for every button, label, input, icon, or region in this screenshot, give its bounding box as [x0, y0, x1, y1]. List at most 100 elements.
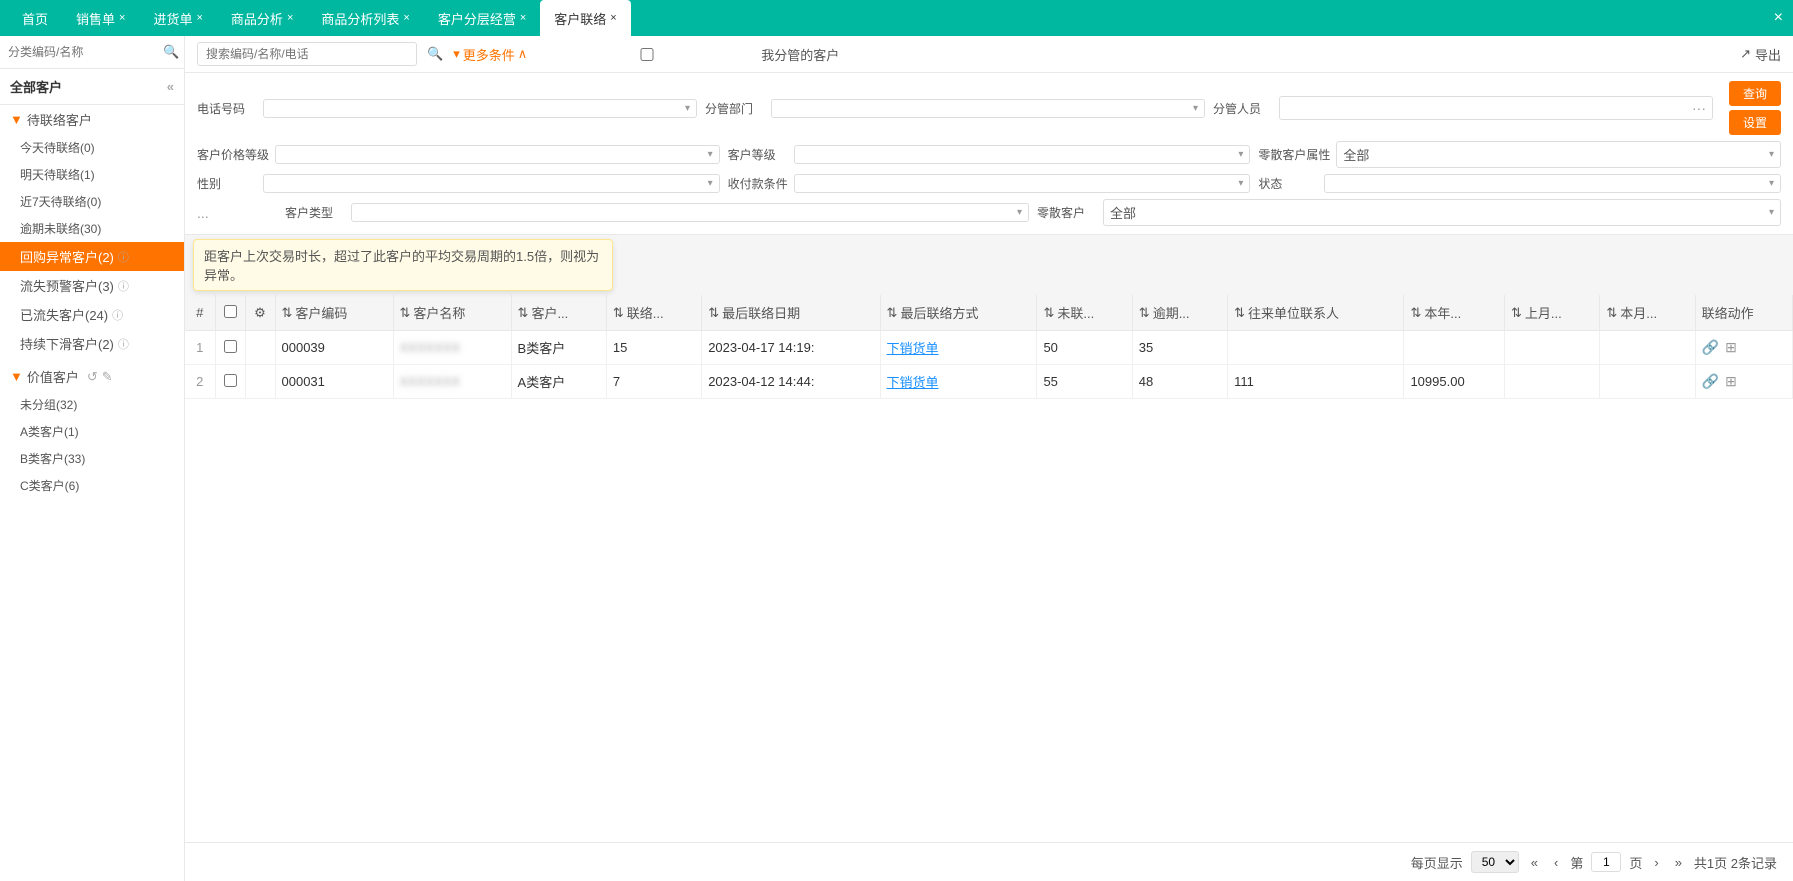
- sidebar-item-loss-warning[interactable]: 流失预警客户(3) ⓘ: [0, 271, 184, 300]
- col-last-date[interactable]: ⇅最后联络日期: [702, 295, 880, 331]
- export-btn[interactable]: ↗ 导出: [1740, 45, 1781, 64]
- action-buttons: 查询 设置: [1729, 81, 1781, 135]
- sort-year-icon: ⇅: [1410, 305, 1421, 321]
- sidebar-all-customers[interactable]: 全部客户 «: [0, 69, 184, 105]
- retail-customer-select[interactable]: 全部 ▾: [1103, 199, 1781, 226]
- table-area[interactable]: # ⚙ ⇅客户编码 ⇅客户名称 ⇅客户... ⇅联络... ⇅最后联络日期 ⇅最…: [185, 295, 1793, 842]
- my-customer-checkbox[interactable]: [537, 48, 757, 61]
- dots-btn[interactable]: ...: [197, 205, 209, 221]
- row1-code: 000039: [275, 331, 393, 365]
- sidebar-item-a-class[interactable]: A类客户(1): [0, 418, 184, 445]
- status-label: 状态: [1258, 175, 1318, 192]
- lost-customers-info-icon: ⓘ: [112, 307, 123, 323]
- sidebar-item-c-class[interactable]: C类客户(6): [0, 472, 184, 499]
- col-last-method[interactable]: ⇅最后联络方式: [880, 295, 1037, 331]
- row1-checkbox-cell[interactable]: [215, 331, 245, 365]
- page-input[interactable]: [1591, 852, 1621, 872]
- col-settings[interactable]: ⚙: [245, 295, 275, 331]
- sidebar-search-input[interactable]: [8, 45, 163, 59]
- gender-select[interactable]: ▾: [263, 174, 720, 193]
- sidebar-item-repurchase-anomaly[interactable]: 回购异常客户(2) ⓘ: [0, 242, 184, 271]
- nav-customer-contact[interactable]: 客户联络 ×: [540, 0, 630, 36]
- customer-level-field: 客户等级 ▾: [728, 145, 1251, 164]
- row2-unit-contact: 111: [1228, 365, 1404, 399]
- nav-sales[interactable]: 销售单 ×: [62, 0, 139, 36]
- row2-grid-icon[interactable]: ⊞: [1725, 373, 1737, 390]
- settings-button[interactable]: 设置: [1729, 110, 1781, 135]
- sidebar-item-today-pending[interactable]: 今天待联络(0): [0, 134, 184, 161]
- row1-this-month: [1600, 331, 1695, 365]
- sidebar-item-b-class[interactable]: B类客户(33): [0, 445, 184, 472]
- payment-select[interactable]: ▾: [794, 174, 1251, 193]
- row2-method-link[interactable]: 下销货单: [887, 375, 939, 390]
- row1-checkbox[interactable]: [224, 340, 237, 353]
- prev-page-btn[interactable]: ‹: [1550, 853, 1562, 872]
- customer-type-select[interactable]: ▾: [351, 203, 1029, 222]
- col-this-month[interactable]: ⇅本月...: [1600, 295, 1695, 331]
- status-select[interactable]: ▾: [1324, 174, 1781, 193]
- last-page-btn[interactable]: »: [1671, 853, 1686, 872]
- row1-connect-icon[interactable]: 🔗: [1702, 339, 1719, 356]
- value-section-title[interactable]: ▼ 价值客户 ↺ ✎: [0, 362, 184, 391]
- nav-product-analysis-list[interactable]: 商品分析列表 ×: [307, 0, 423, 36]
- col-checkbox[interactable]: [215, 295, 245, 331]
- price-caret-icon: ▾: [708, 149, 713, 160]
- row2-checkbox[interactable]: [224, 374, 237, 387]
- window-close-icon[interactable]: ×: [1774, 9, 1783, 27]
- dept-select[interactable]: ▾: [771, 99, 1205, 118]
- col-overdue[interactable]: ⇅逾期...: [1132, 295, 1227, 331]
- row1-last-method[interactable]: 下销货单: [880, 331, 1037, 365]
- col-contact[interactable]: ⇅联络...: [606, 295, 701, 331]
- pending-section-title[interactable]: ▼ 待联络客户: [0, 105, 184, 134]
- more-conditions-btn[interactable]: ▾ 更多条件 ∧: [453, 45, 527, 64]
- query-button[interactable]: 查询: [1729, 81, 1781, 106]
- col-name[interactable]: ⇅客户名称: [393, 295, 511, 331]
- sidebar-collapse-icon[interactable]: «: [167, 79, 174, 94]
- col-unit-contact-label: 往来单位联系人: [1248, 303, 1339, 322]
- advanced-filter: 电话号码 ▾ 分管部门 ▾ 分管人员: [185, 73, 1793, 235]
- row2-settings: [245, 365, 275, 399]
- nav-product-analysis[interactable]: 商品分析 ×: [217, 0, 307, 36]
- per-page-select[interactable]: 50: [1471, 851, 1519, 873]
- sidebar-item-7days-pending[interactable]: 近7天待联络(0): [0, 188, 184, 215]
- sort-contact-icon: ⇅: [613, 305, 624, 321]
- person-select[interactable]: ···: [1279, 96, 1713, 120]
- col-level[interactable]: ⇅客户...: [511, 295, 606, 331]
- col-action: 联络动作: [1695, 295, 1792, 331]
- sidebar-search-icon[interactable]: 🔍: [163, 44, 179, 60]
- col-code[interactable]: ⇅客户编码: [275, 295, 393, 331]
- next-page-btn[interactable]: ›: [1650, 853, 1662, 872]
- retail-customer-caret-icon: ▾: [1769, 207, 1774, 218]
- price-level-select[interactable]: ▾: [275, 145, 720, 164]
- row1-method-link[interactable]: 下销货单: [887, 341, 939, 356]
- sidebar-item-unclassified[interactable]: 未分组(32): [0, 391, 184, 418]
- row2-checkbox-cell[interactable]: [215, 365, 245, 399]
- sidebar-item-declining-customers[interactable]: 持续下滑客户(2) ⓘ: [0, 329, 184, 358]
- customer-level-select[interactable]: ▾: [794, 145, 1251, 164]
- nav-customer-tier[interactable]: 客户分层经营 ×: [424, 0, 540, 36]
- dots-field: ...: [197, 205, 277, 221]
- row2-connect-icon[interactable]: 🔗: [1702, 373, 1719, 390]
- search-icon[interactable]: 🔍: [427, 46, 443, 62]
- sidebar-item-tomorrow-pending[interactable]: 明天待联络(1): [0, 161, 184, 188]
- col-last-month[interactable]: ⇅上月...: [1505, 295, 1600, 331]
- value-refresh-icon[interactable]: ↺: [87, 369, 98, 385]
- col-unit-contact[interactable]: ⇅往来单位联系人: [1228, 295, 1404, 331]
- sidebar-item-lost-customers[interactable]: 已流失客户(24) ⓘ: [0, 300, 184, 329]
- first-page-btn[interactable]: «: [1527, 853, 1542, 872]
- phone-select[interactable]: ▾: [263, 99, 697, 118]
- table-header-row: # ⚙ ⇅客户编码 ⇅客户名称 ⇅客户... ⇅联络... ⇅最后联络日期 ⇅最…: [185, 295, 1793, 331]
- retail-attr-select[interactable]: 全部 ▾: [1336, 141, 1781, 168]
- nav-purchase[interactable]: 进货单 ×: [139, 0, 216, 36]
- row2-last-method[interactable]: 下销货单: [880, 365, 1037, 399]
- col-unread[interactable]: ⇅未联...: [1037, 295, 1132, 331]
- customer-level-caret-icon: ▾: [1238, 149, 1243, 160]
- col-this-year[interactable]: ⇅本年...: [1404, 295, 1505, 331]
- sidebar-item-overdue-pending[interactable]: 逾期未联络(30): [0, 215, 184, 242]
- search-input[interactable]: [197, 42, 417, 66]
- value-edit-icon[interactable]: ✎: [102, 369, 113, 385]
- select-all-checkbox[interactable]: [224, 305, 237, 318]
- nav-home[interactable]: 首页: [8, 0, 62, 36]
- row1-grid-icon[interactable]: ⊞: [1725, 339, 1737, 356]
- person-dots-icon[interactable]: ···: [1692, 100, 1706, 116]
